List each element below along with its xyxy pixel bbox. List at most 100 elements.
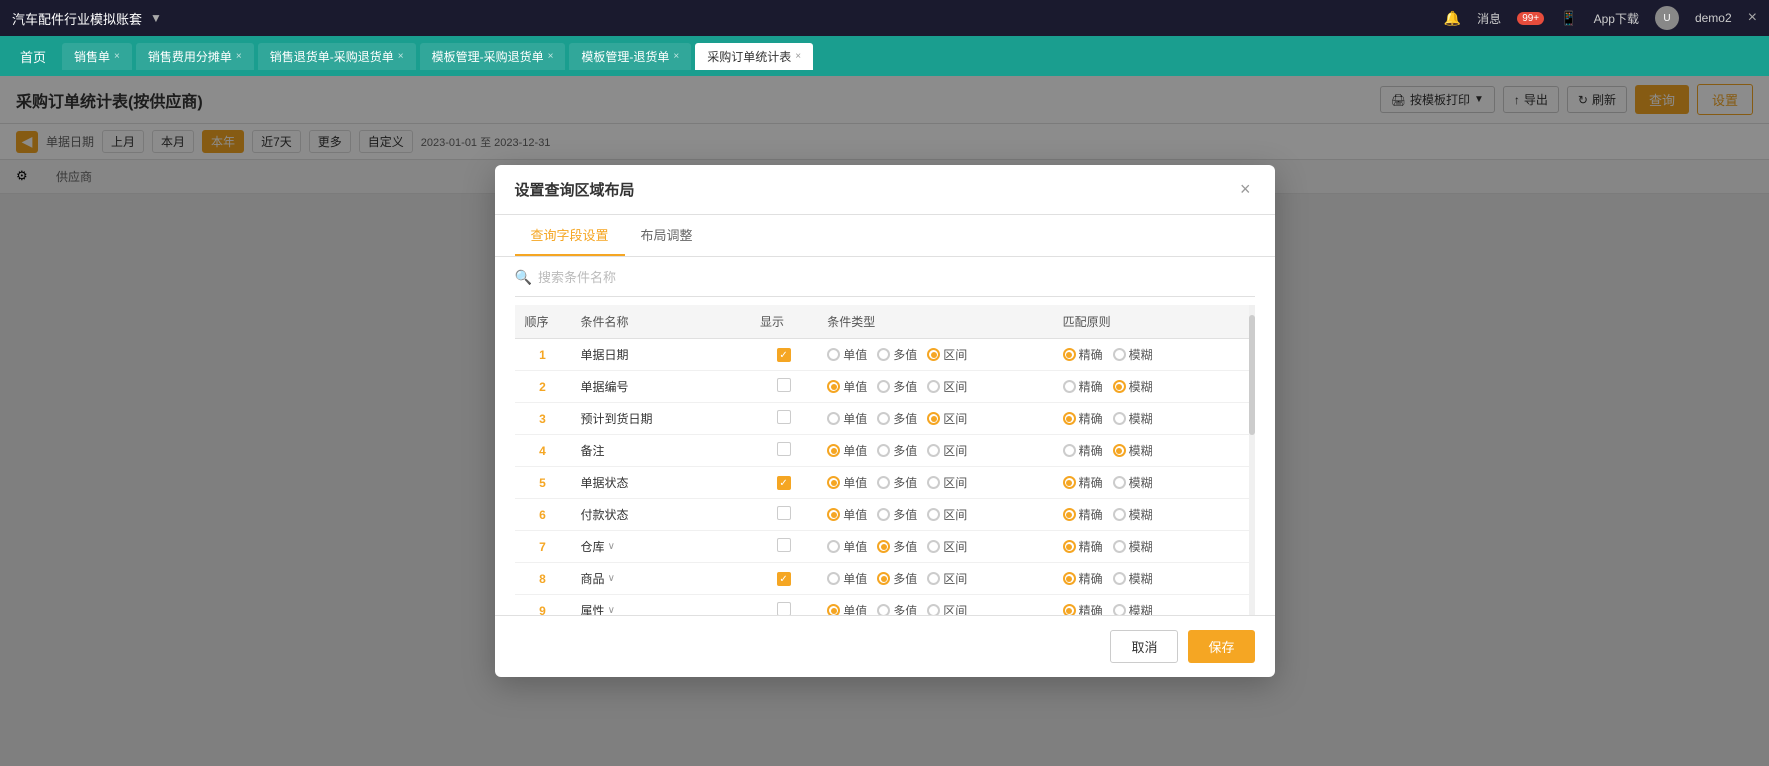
match-radio-模糊[interactable]: 模糊 (1113, 602, 1153, 615)
type-radio-区间[interactable]: 区间 (927, 378, 967, 395)
type-radio-区间[interactable]: 区间 (927, 570, 967, 587)
type-radio-区间[interactable]: 区间 (927, 410, 967, 427)
match-radio-模糊[interactable]: 模糊 (1113, 442, 1153, 459)
tab-sales-expense[interactable]: 销售费用分摊单 × (136, 43, 254, 70)
type-radio-多值[interactable]: 多值 (877, 346, 917, 363)
tab-purchase-stats[interactable]: 采购订单统计表 × (695, 43, 813, 70)
chevron-down-icon[interactable]: ∨ (608, 573, 615, 584)
match-radio-精确[interactable]: 精确 (1063, 506, 1103, 523)
save-button[interactable]: 保存 (1188, 630, 1254, 663)
display-checkbox[interactable] (777, 348, 791, 362)
radio-dot-match-精确 (1063, 412, 1076, 425)
tab-sales-close[interactable]: × (114, 51, 120, 62)
type-radio-单值[interactable]: 单值 (827, 602, 867, 615)
chevron-down-icon[interactable]: ∨ (608, 605, 615, 615)
type-radio-多值[interactable]: 多值 (877, 506, 917, 523)
type-radio-区间[interactable]: 区间 (927, 442, 967, 459)
type-radio-单值[interactable]: 单值 (827, 346, 867, 363)
search-input[interactable] (538, 270, 1255, 285)
tab-sales-expense-close[interactable]: × (236, 51, 242, 62)
topbar-close-button[interactable]: × (1748, 9, 1757, 27)
match-radio-模糊[interactable]: 模糊 (1113, 346, 1153, 363)
display-checkbox[interactable] (777, 602, 791, 615)
display-checkbox[interactable] (777, 410, 791, 424)
type-radio-单值[interactable]: 单值 (827, 506, 867, 523)
match-radio-模糊[interactable]: 模糊 (1113, 538, 1153, 555)
display-checkbox[interactable] (777, 538, 791, 552)
match-radio-精确[interactable]: 精确 (1063, 474, 1103, 491)
cell-display[interactable] (750, 435, 817, 467)
tab-template-return[interactable]: 模板管理-退货单 × (569, 43, 691, 70)
cell-display[interactable] (750, 371, 817, 403)
match-radio-精确[interactable]: 精确 (1063, 378, 1103, 395)
type-radio-单值[interactable]: 单值 (827, 570, 867, 587)
radio-label-单值: 单值 (843, 602, 867, 615)
topbar-right: 🔔 消息 99+ 📱 App下载 U demo2 × (1444, 6, 1757, 30)
match-radio-精确[interactable]: 精确 (1063, 442, 1103, 459)
cell-display[interactable] (750, 595, 817, 616)
user-name[interactable]: demo2 (1695, 11, 1732, 25)
display-checkbox[interactable] (777, 572, 791, 586)
type-radio-多值[interactable]: 多值 (877, 538, 917, 555)
sidebar-item-home[interactable]: 首页 (8, 41, 58, 72)
type-radio-多值[interactable]: 多值 (877, 570, 917, 587)
match-radio-模糊[interactable]: 模糊 (1113, 474, 1153, 491)
match-radio-精确[interactable]: 精确 (1063, 410, 1103, 427)
match-radio-精确[interactable]: 精确 (1063, 346, 1103, 363)
type-radio-多值[interactable]: 多值 (877, 474, 917, 491)
tab-layout-adjust[interactable]: 布局调整 (625, 215, 709, 256)
chevron-down-icon[interactable]: ∨ (608, 541, 615, 552)
tab-template-return-close[interactable]: × (673, 51, 679, 62)
radio-dot-match-精确 (1063, 476, 1076, 489)
display-checkbox[interactable] (777, 506, 791, 520)
match-radio-模糊[interactable]: 模糊 (1113, 378, 1153, 395)
match-radio-模糊[interactable]: 模糊 (1113, 410, 1153, 427)
type-radio-单值[interactable]: 单值 (827, 474, 867, 491)
type-radio-区间[interactable]: 区间 (927, 538, 967, 555)
type-radio-多值[interactable]: 多值 (877, 410, 917, 427)
tab-template-purchase-close[interactable]: × (548, 51, 554, 62)
type-radio-多值[interactable]: 多值 (877, 602, 917, 615)
display-checkbox[interactable] (777, 476, 791, 490)
table-row: 1单据日期 单值 多值 区间 精确 模糊 (515, 339, 1255, 371)
cell-display[interactable] (750, 563, 817, 595)
tab-sales-return[interactable]: 销售退货单-采购退货单 × (258, 43, 416, 70)
cell-display[interactable] (750, 403, 817, 435)
cell-display[interactable] (750, 339, 817, 371)
cancel-button[interactable]: 取消 (1110, 630, 1178, 663)
match-radio-精确[interactable]: 精确 (1063, 570, 1103, 587)
match-radio-精确[interactable]: 精确 (1063, 602, 1103, 615)
type-radio-多值[interactable]: 多值 (877, 442, 917, 459)
tab-purchase-stats-close[interactable]: × (795, 51, 801, 62)
condition-name-label: 仓库 (581, 538, 605, 555)
display-checkbox[interactable] (777, 378, 791, 392)
dialog-close-button[interactable]: × (1236, 179, 1255, 200)
tab-query-fields[interactable]: 查询字段设置 (515, 215, 625, 256)
match-radio-模糊[interactable]: 模糊 (1113, 570, 1153, 587)
match-radio-模糊[interactable]: 模糊 (1113, 506, 1153, 523)
tab-sales-return-close[interactable]: × (398, 51, 404, 62)
type-radio-单值[interactable]: 单值 (827, 442, 867, 459)
tab-template-purchase[interactable]: 模板管理-采购退货单 × (420, 43, 566, 70)
type-radio-多值[interactable]: 多值 (877, 378, 917, 395)
radio-label-多值: 多值 (893, 602, 917, 615)
tab-sales[interactable]: 销售单 × (62, 43, 132, 70)
type-radio-单值[interactable]: 单值 (827, 378, 867, 395)
scrollbar-thumb[interactable] (1249, 315, 1255, 435)
cell-display[interactable] (750, 467, 817, 499)
cell-display[interactable] (750, 499, 817, 531)
type-radio-区间[interactable]: 区间 (927, 474, 967, 491)
app-download-label[interactable]: App下载 (1594, 10, 1639, 27)
type-radio-区间[interactable]: 区间 (927, 346, 967, 363)
display-checkbox[interactable] (777, 442, 791, 456)
type-radio-区间[interactable]: 区间 (927, 506, 967, 523)
notification-label[interactable]: 消息 (1477, 10, 1501, 27)
brand-dropdown-icon[interactable]: ▼ (150, 11, 162, 25)
match-radio-精确[interactable]: 精确 (1063, 538, 1103, 555)
cell-display[interactable] (750, 531, 817, 563)
radio-dot-match-精确 (1063, 508, 1076, 521)
type-radio-区间[interactable]: 区间 (927, 602, 967, 615)
type-radio-单值[interactable]: 单值 (827, 538, 867, 555)
type-radio-单值[interactable]: 单值 (827, 410, 867, 427)
radio-dot-多值 (877, 380, 890, 393)
